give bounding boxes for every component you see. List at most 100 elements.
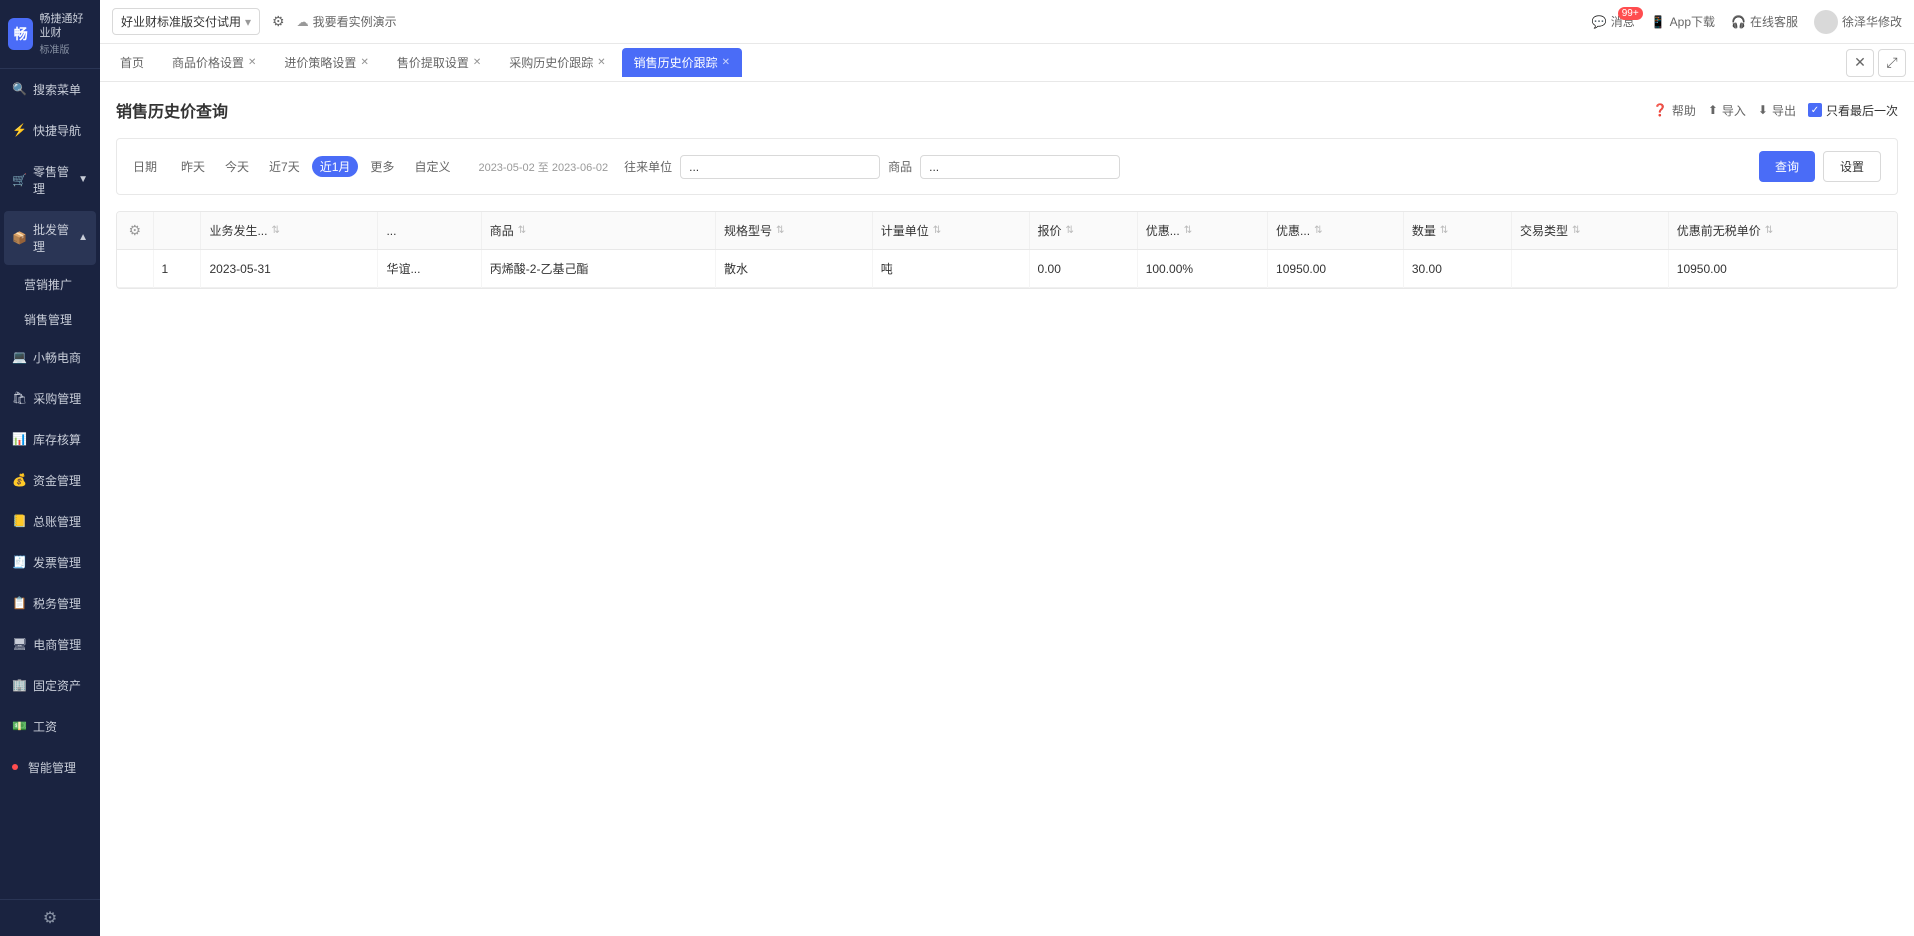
headset-icon: 🎧: [1731, 15, 1746, 29]
settings-gear-icon[interactable]: ⚙: [43, 908, 57, 928]
page-actions: ❓ 帮助 ⬆ 导入 ⬇ 导出 ✓ 只看最后一次: [1653, 102, 1898, 119]
sidebar-item-inventory[interactable]: 📊 库存核算: [4, 421, 96, 458]
sidebar-item-marketing[interactable]: 营销推广: [4, 268, 96, 301]
th-discount-rate[interactable]: 优惠... ⇅: [1137, 212, 1267, 250]
tab-price[interactable]: 商品价格设置 ✕: [160, 48, 268, 77]
tab-sale-extract-close-icon[interactable]: ✕: [473, 57, 481, 68]
tab-purchase-history-close-icon[interactable]: ✕: [597, 57, 605, 68]
export-link[interactable]: ⬇ 导出: [1758, 102, 1796, 119]
query-button[interactable]: 查询: [1759, 151, 1815, 182]
user-menu[interactable]: 徐泽华修改: [1814, 10, 1902, 34]
sidebar-item-wholesale[interactable]: 📦 批发管理 ▲: [4, 211, 96, 265]
th-no-tax-price[interactable]: 优惠前无税单价 ⇅: [1668, 212, 1897, 250]
online-service-label: 在线客服: [1750, 13, 1798, 30]
th-spec[interactable]: 规格型号 ⇅: [716, 212, 873, 250]
sidebar-item-ledger[interactable]: 📒 总账管理: [4, 503, 96, 540]
online-service-button[interactable]: 🎧 在线客服: [1731, 13, 1798, 30]
th-qty[interactable]: 数量 ⇅: [1403, 212, 1511, 250]
sidebar-item-search[interactable]: 🔍 搜索菜单: [4, 71, 96, 108]
last-only-checkbox[interactable]: ✓ 只看最后一次: [1808, 102, 1898, 119]
topbar-gear-icon[interactable]: ⚙: [268, 9, 289, 34]
cell-no: 1: [153, 250, 201, 288]
cell-gear: [117, 250, 153, 288]
date-opt-more[interactable]: 更多: [362, 156, 402, 177]
sidebar-item-fixed-assets[interactable]: 🏢 固定资产: [4, 667, 96, 704]
th-unit[interactable]: 计量单位 ⇅: [872, 212, 1029, 250]
import-link[interactable]: ⬆ 导入: [1708, 102, 1746, 119]
product-label: 商品: [888, 158, 912, 175]
ledger-icon: 📒: [12, 514, 27, 528]
sidebar-item-quick-nav[interactable]: ⚡ 快捷导航: [4, 112, 96, 149]
sort-icon-spec: ⇅: [776, 225, 784, 236]
date-opt-today[interactable]: 今天: [217, 156, 257, 177]
messages-badge: 99+: [1618, 7, 1643, 20]
messages-button[interactable]: 💬 消息 99+: [1592, 13, 1635, 30]
demo-link[interactable]: ☁ 我要看实例演示: [297, 13, 397, 30]
tax-icon: 📋: [12, 596, 27, 610]
cell-date: 2023-05-31: [201, 250, 378, 288]
wholesale-icon: 📦: [12, 231, 27, 245]
sidebar-item-invoice[interactable]: 🧾 发票管理: [4, 544, 96, 581]
user-name: 徐泽华修改: [1842, 13, 1902, 30]
tab-purchase-history[interactable]: 采购历史价跟踪 ✕: [497, 48, 617, 77]
th-date[interactable]: 业务发生... ⇅: [201, 212, 378, 250]
sidebar-item-tax[interactable]: 📋 税务管理: [4, 585, 96, 622]
page-title: 销售历史价查询: [116, 98, 228, 122]
date-opt-custom[interactable]: 自定义: [406, 156, 458, 177]
app-download-button[interactable]: 📱 App下载: [1651, 13, 1715, 30]
selector-arrow-icon: ▾: [245, 15, 251, 29]
demo-icon: ☁: [297, 15, 309, 29]
tab-purchase-strategy[interactable]: 进价策略设置 ✕: [272, 48, 380, 77]
product-placeholder: ...: [929, 160, 939, 174]
sidebar-bottom: ⚙: [0, 899, 100, 936]
tab-sale-extract[interactable]: 售价提取设置 ✕: [385, 48, 493, 77]
sidebar-item-retail[interactable]: 🛒 零售管理 ▼: [4, 153, 96, 207]
date-opt-1month[interactable]: 近1月: [312, 156, 359, 177]
date-opt-yesterday[interactable]: 昨天: [173, 156, 213, 177]
message-icon: 💬: [1592, 15, 1607, 29]
tab-expand-button[interactable]: ⤢: [1878, 49, 1906, 77]
sort-icon-price: ⇅: [1066, 225, 1074, 236]
smart-dot: [12, 764, 18, 770]
setting-button[interactable]: 设置: [1823, 151, 1881, 182]
th-price[interactable]: 报价 ⇅: [1029, 212, 1137, 250]
date-opt-7days[interactable]: 近7天: [261, 156, 308, 177]
th-trade-type[interactable]: 交易类型 ⇅: [1512, 212, 1669, 250]
th-more[interactable]: ...: [378, 212, 481, 250]
sidebar-item-payroll[interactable]: 💵 工资: [4, 708, 96, 745]
ecommerce-icon: 🖥: [12, 637, 27, 651]
help-link[interactable]: ❓ 帮助: [1653, 102, 1696, 119]
tab-home[interactable]: 首页: [108, 48, 156, 77]
data-table: ⚙ 业务发生... ⇅ ...: [117, 212, 1897, 288]
table-row[interactable]: 1 2023-05-31 华谊... 丙烯酸-2-乙基己酯 散水 吨 0.00 …: [117, 250, 1897, 288]
tab-close-button[interactable]: ✕: [1846, 49, 1874, 77]
retail-icon: 🛒: [12, 173, 27, 187]
column-gear-icon[interactable]: ⚙: [128, 222, 141, 238]
export-icon: ⬇: [1758, 103, 1768, 117]
sidebar-item-sales[interactable]: 销售管理: [4, 303, 96, 336]
sidebar-item-finance[interactable]: 💰 资金管理: [4, 462, 96, 499]
cell-product: 丙烯酸-2-乙基己酯: [481, 250, 715, 288]
th-discount-price[interactable]: 优惠... ⇅: [1268, 212, 1404, 250]
source-unit-input[interactable]: ...: [680, 155, 880, 179]
main-area: 好业财标准版交付试用 ▾ ⚙ ☁ 我要看实例演示 💬 消息 99+ 📱 App下…: [100, 0, 1914, 936]
tab-sales-history-close-icon[interactable]: ✕: [722, 57, 730, 68]
product-input[interactable]: ...: [920, 155, 1120, 179]
date-options: 昨天 今天 近7天 近1月 更多 自定义: [173, 156, 458, 177]
sidebar-item-smart[interactable]: 智能管理: [4, 749, 96, 786]
sidebar-item-ecommerce-small[interactable]: 💻 小畅电商: [4, 339, 96, 376]
th-product[interactable]: 商品 ⇅: [481, 212, 715, 250]
cell-unit: 吨: [872, 250, 1029, 288]
tab-price-close-icon[interactable]: ✕: [248, 57, 256, 68]
tab-sales-history[interactable]: 销售历史价跟踪 ✕: [622, 48, 742, 77]
cell-qty: 30.00: [1403, 250, 1511, 288]
quick-nav-icon: ⚡: [12, 123, 27, 137]
sidebar-item-purchase[interactable]: 🛍 采购管理: [4, 380, 96, 417]
tab-bar: 首页 商品价格设置 ✕ 进价策略设置 ✕ 售价提取设置 ✕ 采购历史价跟踪 ✕ …: [100, 44, 1914, 82]
source-placeholder: ...: [689, 160, 699, 174]
tab-purchase-strategy-close-icon[interactable]: ✕: [360, 57, 368, 68]
sidebar-item-ecommerce[interactable]: 🖥 电商管理: [4, 626, 96, 663]
help-icon: ❓: [1653, 103, 1668, 117]
date-label: 日期: [133, 158, 157, 175]
version-selector[interactable]: 好业财标准版交付试用 ▾: [112, 8, 260, 35]
